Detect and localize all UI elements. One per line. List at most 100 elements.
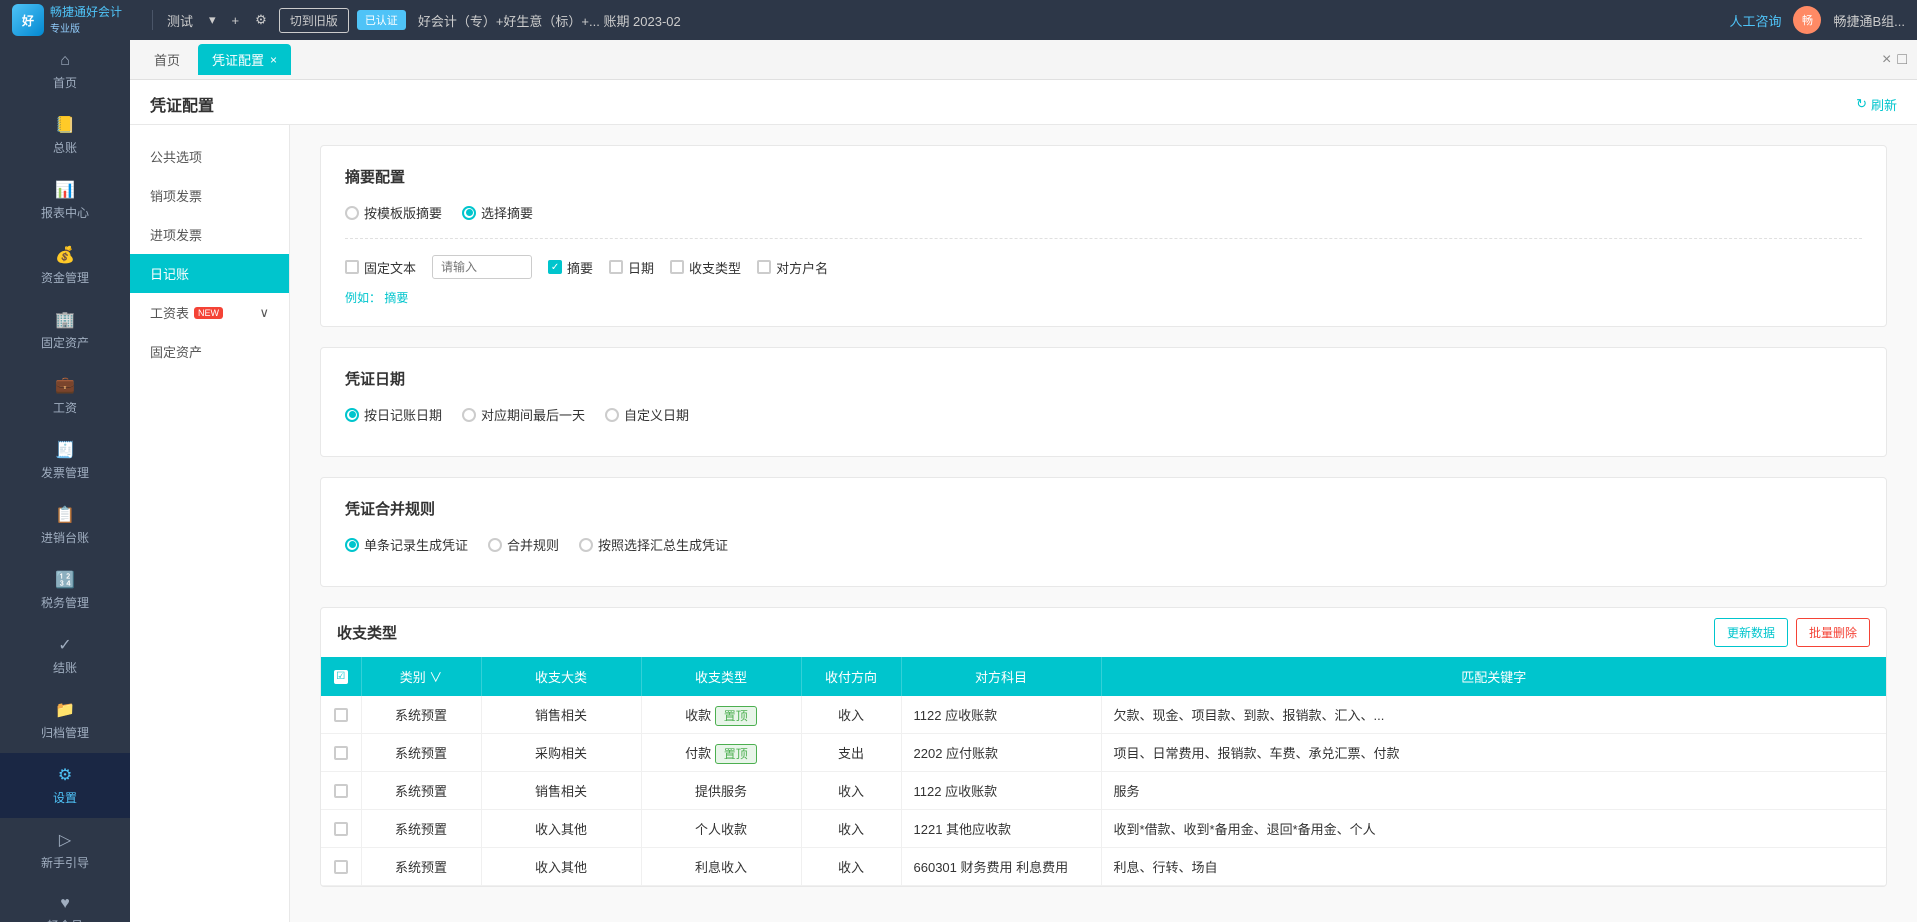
radio-custom-date-label: 自定义日期 — [624, 405, 689, 424]
summary-radio-group: 按模板版摘要 选择摘要 — [345, 203, 1862, 222]
switch-version-button[interactable]: 切到旧版 — [279, 8, 349, 33]
left-menu-item-payroll[interactable]: 工资表 NEW ∨ — [130, 293, 289, 332]
th-big-category: 收支大类 — [481, 657, 641, 696]
sidebar-item-settings[interactable]: ⚙ 设置 — [0, 753, 130, 818]
sidebar-item-guide[interactable]: ▷ 新手引导 — [0, 818, 130, 883]
row3-check[interactable] — [321, 772, 361, 810]
left-menu-item-sales-invoice[interactable]: 销项发票 — [130, 176, 289, 215]
sidebar-item-funds[interactable]: 💰 资金管理 — [0, 233, 130, 298]
radio-select[interactable]: 选择摘要 — [462, 203, 533, 222]
radio-single[interactable]: 单条记录生成凭证 — [345, 535, 468, 554]
left-menu-label-public: 公共选项 — [150, 147, 202, 166]
page-header: 凭证配置 ↻ 刷新 — [130, 80, 1917, 125]
sales-icon: 📋 — [55, 505, 75, 525]
close-window-button[interactable]: × — [1882, 51, 1891, 69]
home-icon: ⌂ — [60, 52, 70, 70]
radio-journal-date-circle — [345, 408, 359, 422]
row3-direction: 收入 — [801, 772, 901, 810]
logo-title: 畅捷通好会计 — [50, 5, 122, 19]
update-data-button[interactable]: 更新数据 — [1714, 618, 1788, 647]
maximize-window-button[interactable]: □ — [1897, 51, 1907, 69]
row5-type: 利息收入 — [641, 848, 801, 886]
checkbox-summary[interactable]: ✓ 摘要 — [548, 258, 593, 277]
radio-merge[interactable]: 合并规则 — [488, 535, 559, 554]
left-menu-label-journal: 日记账 — [150, 264, 189, 283]
row1-tag[interactable]: 置顶 — [715, 706, 757, 726]
radio-select-circle — [462, 206, 476, 220]
sidebar-label-funds: 资金管理 — [41, 269, 89, 286]
select-all-checkbox[interactable]: ☑ — [334, 670, 348, 684]
voucher-date-radio-group: 按日记账日期 对应期间最后一天 自定义日期 — [345, 405, 1862, 424]
sidebar-label-assets: 固定资产 — [41, 334, 89, 351]
th-check[interactable]: ☑ — [321, 657, 361, 696]
radio-template[interactable]: 按模板版摘要 — [345, 203, 442, 222]
row2-tag[interactable]: 置顶 — [715, 744, 757, 764]
left-menu-item-fixed-assets[interactable]: 固定资产 — [130, 332, 289, 371]
add-icon[interactable]: + — [228, 11, 244, 30]
row2-check[interactable] — [321, 734, 361, 772]
checkbox-fixed-text[interactable]: 固定文本 — [345, 258, 416, 277]
th-keyword: 匹配关键字 — [1101, 657, 1886, 696]
table-header: ☑ 类别 ∨ 收支大类 收支类型 收付方向 对方科目 匹配关键字 — [321, 657, 1886, 696]
radio-custom-date-circle — [605, 408, 619, 422]
checkbox-summary-box: ✓ — [548, 260, 562, 274]
radio-template-circle — [345, 206, 359, 220]
test-label[interactable]: 测试 — [163, 9, 197, 32]
radio-by-selection-label: 按照选择汇总生成凭证 — [598, 535, 728, 554]
sidebar-item-salary[interactable]: 💼 工资 — [0, 363, 130, 428]
row2-big-category: 采购相关 — [481, 734, 641, 772]
th-category[interactable]: 类别 ∨ — [361, 657, 481, 696]
tab-bar: 首页 凭证配置 × × □ — [130, 40, 1917, 80]
left-menu-item-journal[interactable]: 日记账 — [130, 254, 289, 293]
row1-big-category: 销售相关 — [481, 696, 641, 734]
radio-custom-date[interactable]: 自定义日期 — [605, 405, 689, 424]
refresh-label: 刷新 — [1871, 95, 1897, 114]
chevron-down-icon[interactable]: ▾ — [205, 10, 220, 30]
checkbox-date[interactable]: 日期 — [609, 258, 654, 277]
th-counter-account: 对方科目 — [901, 657, 1101, 696]
fixed-text-input[interactable] — [432, 255, 532, 279]
avatar[interactable]: 畅 — [1793, 6, 1821, 34]
batch-delete-button[interactable]: 批量删除 — [1796, 618, 1870, 647]
left-menu-item-purchase-invoice[interactable]: 进项发票 — [130, 215, 289, 254]
left-menu-item-public[interactable]: 公共选项 — [130, 137, 289, 176]
row1-check[interactable] — [321, 696, 361, 734]
refresh-button[interactable]: ↻ 刷新 — [1856, 95, 1897, 114]
sidebar-item-home[interactable]: ⌂ 首页 — [0, 40, 130, 103]
radio-journal-date[interactable]: 按日记账日期 — [345, 405, 442, 424]
radio-period-last[interactable]: 对应期间最后一天 — [462, 405, 585, 424]
checkbox-counterparty[interactable]: 对方户名 — [757, 258, 828, 277]
sidebar-item-sales[interactable]: 📋 进销台账 — [0, 493, 130, 558]
row5-direction: 收入 — [801, 848, 901, 886]
customer-service-link[interactable]: 人工咨询 — [1729, 11, 1781, 30]
table-row: 系统预置 销售相关 收款 置顶 收入 1122 应收账款 欠款、现金、项目款、到… — [321, 696, 1886, 734]
tab-close-icon[interactable]: × — [270, 53, 277, 67]
row4-check[interactable] — [321, 810, 361, 848]
sidebar-label-salary: 工资 — [53, 399, 77, 416]
radio-merge-circle — [488, 538, 502, 552]
sidebar-item-settle[interactable]: ✓ 结账 — [0, 623, 130, 688]
sidebar-item-assets[interactable]: 🏢 固定资产 — [0, 298, 130, 363]
row3-keyword: 服务 — [1101, 772, 1886, 810]
sidebar-item-member[interactable]: ♥ 畅会员 — [0, 883, 130, 922]
gear-icon[interactable]: ⚙ — [251, 10, 271, 30]
logo-icon: 好 — [12, 4, 44, 36]
tab-home[interactable]: 首页 — [140, 44, 194, 75]
table-row: 系统预置 采购相关 付款 置顶 支出 2202 应付账款 项目、日常费用、报销款… — [321, 734, 1886, 772]
sidebar-item-ledger[interactable]: 📒 总账 — [0, 103, 130, 168]
checkbox-type[interactable]: 收支类型 — [670, 258, 741, 277]
checkbox-counterparty-label: 对方户名 — [776, 258, 828, 277]
sidebar-item-reports[interactable]: 📊 报表中心 — [0, 168, 130, 233]
ledger-icon: 📒 — [55, 115, 75, 135]
sidebar-item-invoices[interactable]: 🧾 发票管理 — [0, 428, 130, 493]
voucher-date-title: 凭证日期 — [345, 368, 1862, 389]
row5-check[interactable] — [321, 848, 361, 886]
sidebar-item-archive[interactable]: 📁 归档管理 — [0, 688, 130, 753]
refresh-icon: ↻ — [1856, 96, 1867, 112]
sidebar-item-tax[interactable]: 🔢 税务管理 — [0, 558, 130, 623]
checkbox-counterparty-box — [757, 260, 771, 274]
radio-by-selection[interactable]: 按照选择汇总生成凭证 — [579, 535, 728, 554]
tab-voucher-config[interactable]: 凭证配置 × — [198, 44, 291, 75]
table-body: 系统预置 销售相关 收款 置顶 收入 1122 应收账款 欠款、现金、项目款、到… — [321, 696, 1886, 886]
radio-by-selection-circle — [579, 538, 593, 552]
